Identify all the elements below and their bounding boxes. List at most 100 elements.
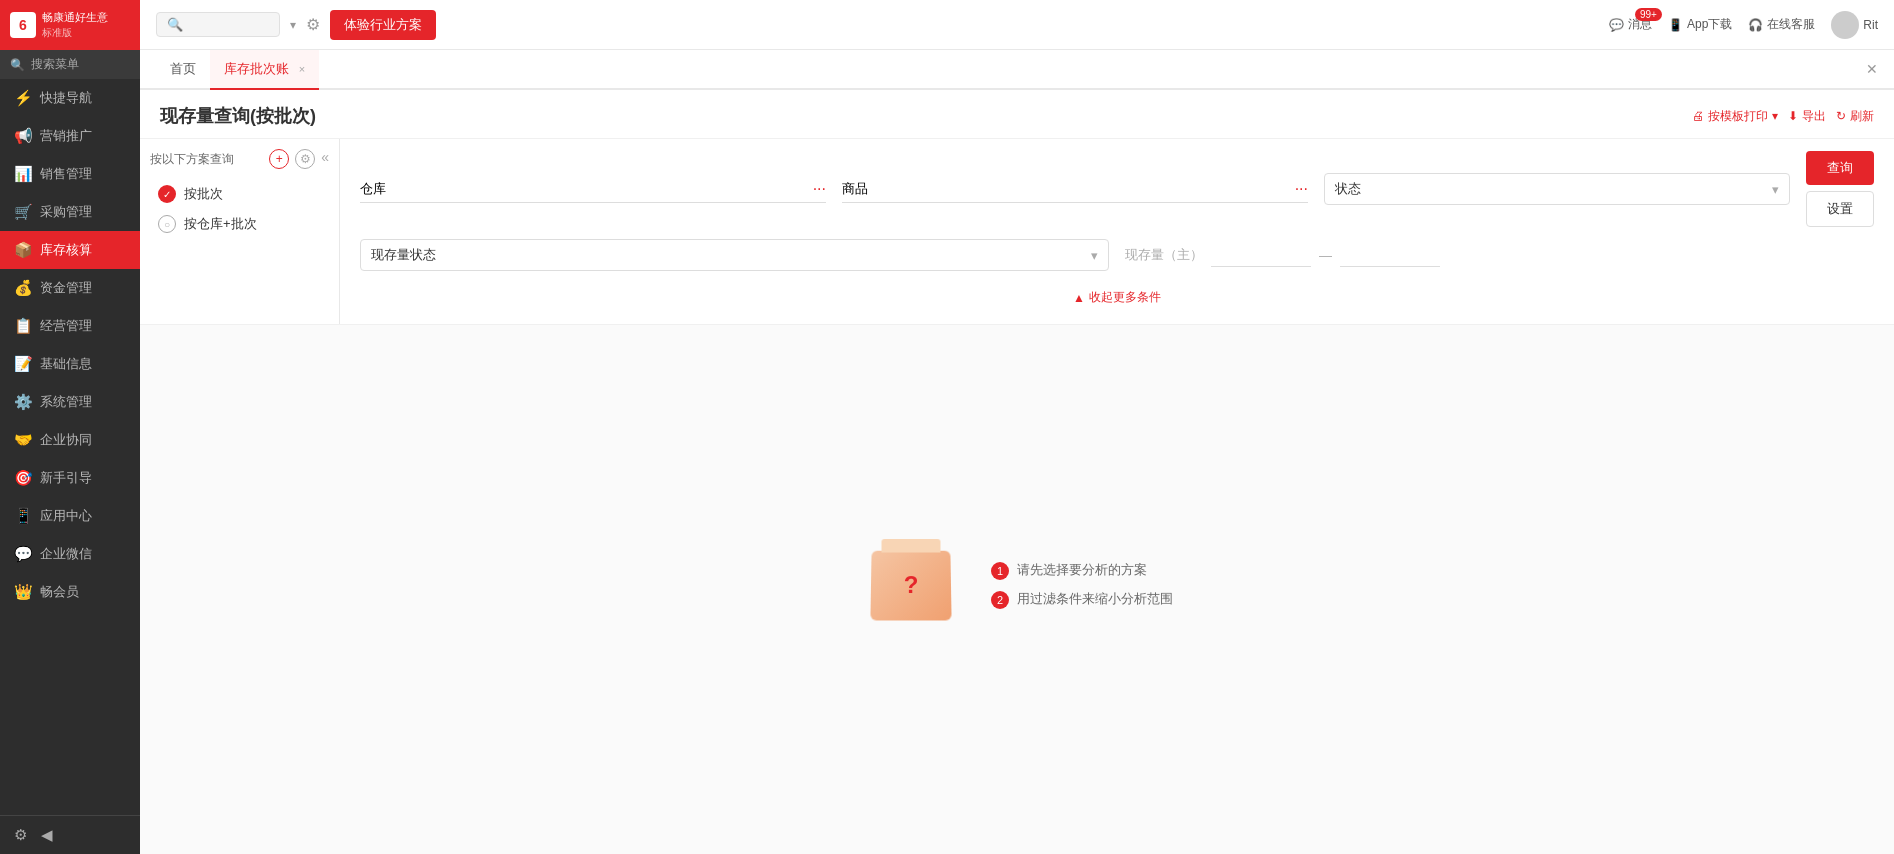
- online-service-label: 在线客服: [1767, 16, 1815, 33]
- query-button[interactable]: 查询: [1806, 151, 1874, 185]
- content-area: 现存量查询(按批次) 🖨 按模板打印 ▾ ⬇ 导出 ↻ 刷新: [140, 90, 1894, 854]
- sidebar-item-wechat[interactable]: 💬 企业微信: [0, 535, 140, 573]
- tab-batch-account[interactable]: 库存批次账 ×: [210, 50, 319, 90]
- product-input-box: 商品 ···: [842, 176, 1308, 203]
- finance-icon: 💰: [14, 279, 32, 297]
- topbar: 🔍 ▾ ⚙ 体验行业方案 💬 消息 99+ 📱 App下载 🎧 在线客服 Rit: [140, 0, 1894, 50]
- sidebar-bottom: ⚙ ◀: [0, 815, 140, 854]
- sidebar-item-enterprise[interactable]: 🤝 企业协同: [0, 421, 140, 459]
- page-title: 现存量查询(按批次): [160, 104, 316, 128]
- app-logo: 6: [10, 12, 36, 38]
- sidebar-item-label: 新手引导: [40, 469, 92, 487]
- topbar-search-box[interactable]: 🔍: [156, 12, 280, 37]
- tab-home[interactable]: 首页: [156, 50, 210, 90]
- sidebar-collapse-icon[interactable]: ◀: [41, 826, 53, 844]
- trial-button[interactable]: 体验行业方案: [330, 10, 436, 40]
- stock-qty-from-input[interactable]: [1211, 243, 1311, 267]
- sidebar-item-label: 系统管理: [40, 393, 92, 411]
- newbie-icon: 🎯: [14, 469, 32, 487]
- left-panel-actions: + ⚙ «: [269, 149, 329, 169]
- action-buttons: 查询 设置: [1806, 151, 1874, 227]
- app-name: 畅康通好生意: [42, 10, 108, 25]
- sidebar-item-system[interactable]: ⚙️ 系统管理: [0, 383, 140, 421]
- topbar-search-icon: 🔍: [167, 17, 183, 32]
- messages-button[interactable]: 💬 消息 99+: [1609, 16, 1652, 33]
- tab-batch-label: 库存批次账: [224, 61, 289, 76]
- tab-close-icon[interactable]: ×: [299, 63, 305, 75]
- filter-area: 按以下方案查询 + ⚙ « ✓ 按批次 ○ 按仓库+批次: [140, 139, 1894, 325]
- refresh-button[interactable]: ↻ 刷新: [1836, 108, 1874, 125]
- export-button[interactable]: ⬇ 导出: [1788, 108, 1826, 125]
- app-center-icon: 📱: [14, 507, 32, 525]
- app-download-label: App下载: [1687, 16, 1732, 33]
- service-icon: 🎧: [1748, 18, 1763, 32]
- settings-button[interactable]: 设置: [1806, 191, 1874, 227]
- sidebar-item-app-center[interactable]: 📱 应用中心: [0, 497, 140, 535]
- sidebar-item-label: 营销推广: [40, 127, 92, 145]
- status-chevron-icon: ▾: [1772, 182, 1779, 197]
- app-download-button[interactable]: 📱 App下载: [1668, 16, 1732, 33]
- topbar-search-input[interactable]: [189, 18, 269, 32]
- sidebar-item-label: 畅会员: [40, 583, 79, 601]
- status-select[interactable]: 状态 ▾: [1324, 173, 1790, 205]
- export-icon: ⬇: [1788, 109, 1798, 123]
- collapse-more-button[interactable]: ▲ 收起更多条件: [360, 283, 1874, 312]
- sidebar-item-label: 应用中心: [40, 507, 92, 525]
- stock-status-filter: 现存量状态 ▾: [360, 239, 1109, 271]
- sidebar-item-inventory[interactable]: 📦 库存核算: [0, 231, 140, 269]
- sidebar-item-label: 企业协同: [40, 431, 92, 449]
- stock-qty-to-input[interactable]: [1340, 243, 1440, 267]
- sidebar-item-label: 快捷导航: [40, 89, 92, 107]
- sidebar-item-newbie[interactable]: 🎯 新手引导: [0, 459, 140, 497]
- step-2-number: 2: [991, 591, 1009, 609]
- basic-info-icon: 📝: [14, 355, 32, 373]
- sidebar-item-finance[interactable]: 💰 资金管理: [0, 269, 140, 307]
- empty-step-2: 2 用过滤条件来缩小分析范围: [991, 590, 1173, 609]
- stock-status-chevron-icon: ▾: [1091, 248, 1098, 263]
- online-service-button[interactable]: 🎧 在线客服: [1748, 16, 1815, 33]
- stock-qty-range: 现存量（主） —: [1125, 243, 1874, 267]
- left-panel-collapse-button[interactable]: «: [321, 149, 329, 169]
- tab-area-close-icon[interactable]: ✕: [1866, 61, 1878, 77]
- tab-home-label: 首页: [170, 61, 196, 76]
- inventory-icon: 📦: [14, 241, 32, 259]
- refresh-icon: ↻: [1836, 109, 1846, 123]
- sidebar-item-sales[interactable]: 📊 销售管理: [0, 155, 140, 193]
- stock-status-select[interactable]: 现存量状态 ▾: [360, 239, 1109, 271]
- app-name-block: 畅康通好生意 标准版: [42, 10, 108, 39]
- sidebar-item-quick-nav[interactable]: ⚡ 快捷导航: [0, 79, 140, 117]
- sidebar-item-marketing[interactable]: 📢 营销推广: [0, 117, 140, 155]
- plan-batch-label: 按批次: [184, 185, 223, 203]
- add-plan-button[interactable]: +: [269, 149, 289, 169]
- topbar-gear-icon[interactable]: ⚙: [306, 15, 320, 34]
- page-header: 现存量查询(按批次) 🖨 按模板打印 ▾ ⬇ 导出 ↻ 刷新: [140, 90, 1894, 139]
- warehouse-filter: 仓库 ···: [360, 176, 826, 203]
- plan-item-batch[interactable]: ✓ 按批次: [150, 179, 329, 209]
- sidebar-item-label: 基础信息: [40, 355, 92, 373]
- plan-settings-button[interactable]: ⚙: [295, 149, 315, 169]
- operations-icon: 📋: [14, 317, 32, 335]
- message-icon: 💬: [1609, 18, 1624, 32]
- print-chevron-icon: ▾: [1772, 109, 1778, 123]
- sidebar-item-member[interactable]: 👑 畅会员: [0, 573, 140, 611]
- sidebar-item-purchase[interactable]: 🛒 采购管理: [0, 193, 140, 231]
- step-1-text: 请先选择要分析的方案: [1017, 561, 1147, 579]
- wechat-icon: 💬: [14, 545, 32, 563]
- sidebar-settings-icon[interactable]: ⚙: [14, 826, 27, 844]
- tabbar: 首页 库存批次账 × ✕: [140, 50, 1894, 90]
- product-dots-button[interactable]: ···: [1295, 180, 1308, 198]
- plan-warehouse-icon: ○: [158, 215, 176, 233]
- messages-badge: 99+: [1635, 8, 1662, 21]
- topbar-chevron-icon[interactable]: ▾: [290, 18, 296, 32]
- plan-item-warehouse-batch[interactable]: ○ 按仓库+批次: [150, 209, 329, 239]
- print-button[interactable]: 🖨 按模板打印 ▾: [1692, 108, 1778, 125]
- warehouse-dots-button[interactable]: ···: [813, 180, 826, 198]
- sidebar-item-operations[interactable]: 📋 经营管理: [0, 307, 140, 345]
- sidebar-search[interactable]: 🔍 搜索菜单: [0, 50, 140, 79]
- sidebar-item-basic-info[interactable]: 📝 基础信息: [0, 345, 140, 383]
- topbar-right: 💬 消息 99+ 📱 App下载 🎧 在线客服 Rit: [1609, 11, 1878, 39]
- left-panel: 按以下方案查询 + ⚙ « ✓ 按批次 ○ 按仓库+批次: [140, 139, 340, 324]
- stock-qty-filter: 现存量（主） —: [1125, 243, 1874, 267]
- app-download-icon: 📱: [1668, 18, 1683, 32]
- user-profile-button[interactable]: Rit: [1831, 11, 1878, 39]
